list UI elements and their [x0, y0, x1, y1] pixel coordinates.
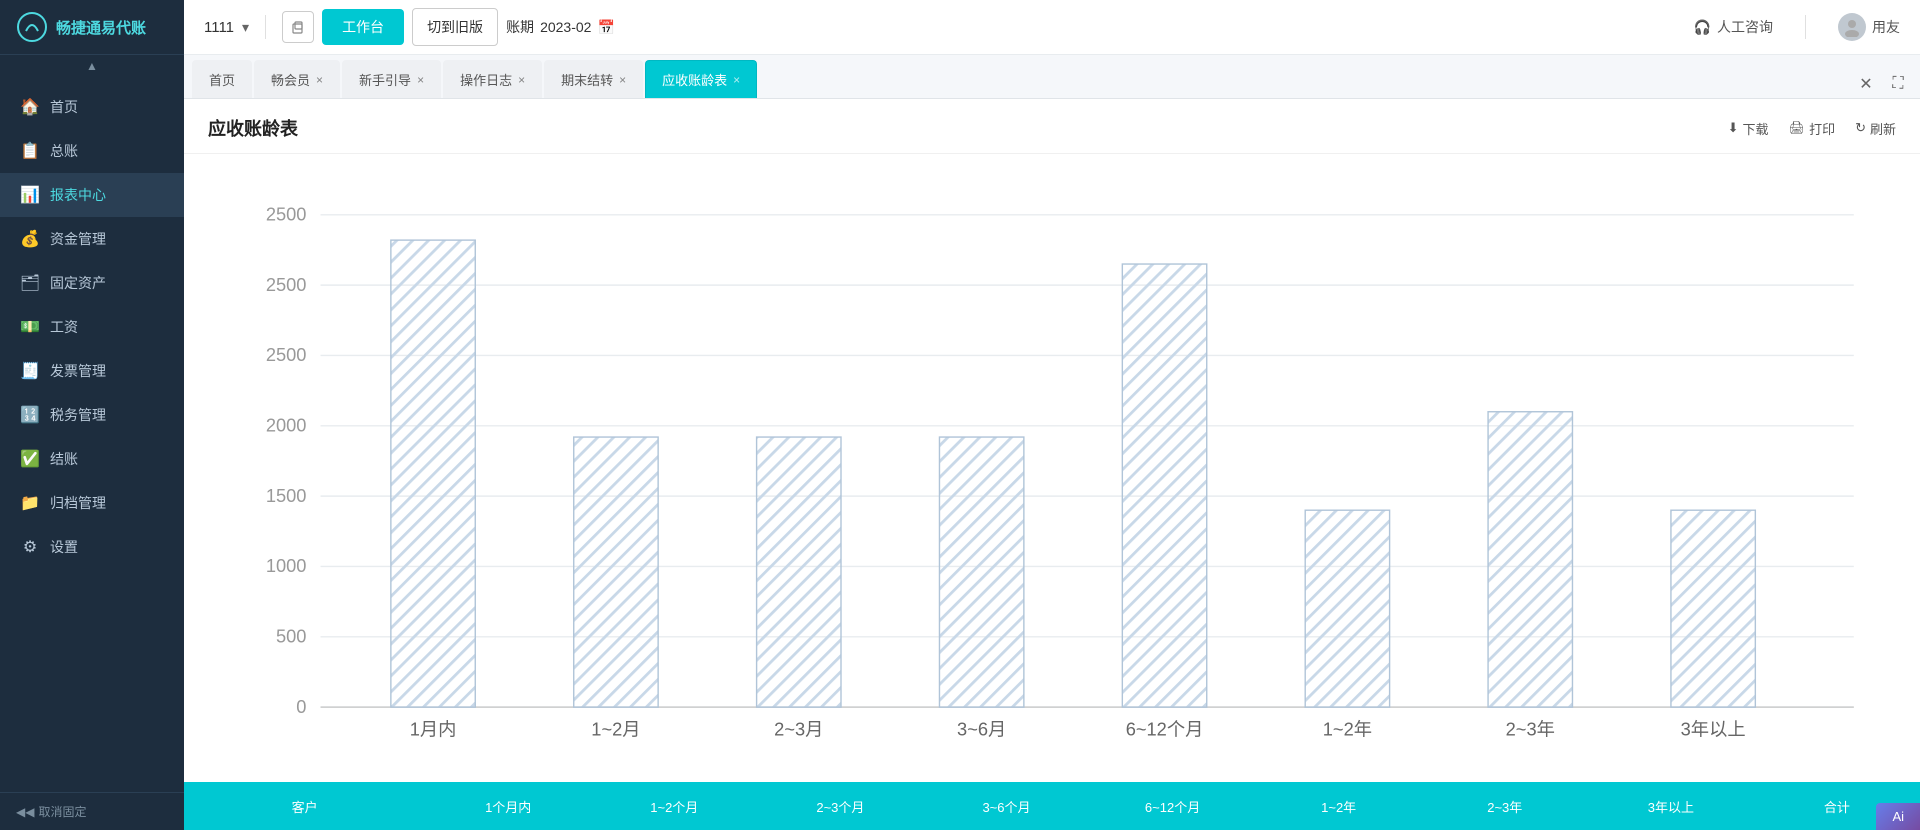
sidebar-item-报表中心[interactable]: 📊报表中心: [0, 173, 184, 217]
col-1-2m: 1~2个月: [591, 797, 757, 816]
svg-text:6~12个月: 6~12个月: [1126, 718, 1204, 739]
logo-icon: [16, 11, 48, 43]
maximize-btn[interactable]: ⛶: [1884, 70, 1912, 98]
table-header: 客户 1个月内 1~2个月 2~3个月 3~6个月 6~12个月 1~2年 2~…: [184, 782, 1920, 830]
svg-text:1000: 1000: [266, 555, 307, 576]
app-container: 畅捷通易代账 ▲ 🏠首页📋总账📊报表中心💰资金管理🗂固定资产💵工资🧾发票管理🔢税…: [0, 0, 1920, 830]
col-3-6m: 3~6个月: [923, 797, 1089, 816]
download-icon: ⬇: [1728, 120, 1739, 136]
close-all-btn[interactable]: ✕: [1852, 70, 1880, 98]
topbar-divider-1: [265, 15, 266, 39]
svg-text:1500: 1500: [266, 485, 307, 506]
topbar-period: 账期 2023-02 📅: [506, 17, 615, 37]
tab-home[interactable]: 首页: [192, 60, 252, 98]
copy-btn[interactable]: [282, 11, 314, 43]
page-actions: ⬇ 下载 🖨 打印 ↻ 刷新: [1728, 119, 1896, 138]
company-dropdown-icon[interactable]: ▾: [242, 19, 249, 36]
sidebar-item-首页[interactable]: 🏠首页: [0, 85, 184, 129]
sidebar-item-固定资产[interactable]: 🗂固定资产: [0, 261, 184, 305]
sidebar: 畅捷通易代账 ▲ 🏠首页📋总账📊报表中心💰资金管理🗂固定资产💵工资🧾发票管理🔢税…: [0, 0, 184, 830]
svg-text:2500: 2500: [266, 344, 307, 365]
col-1-2y: 1~2年: [1256, 797, 1422, 816]
page-content: 应收账龄表 ⬇ 下载 🖨 打印 ↻ 刷新: [184, 99, 1920, 830]
main-area: 1111 ▾ 工作台 切到旧版 账期 2023-02 📅 🎧 人工咨询: [184, 0, 1920, 830]
calendar-icon[interactable]: 📅: [597, 19, 614, 36]
tab-guide[interactable]: 新手引导 ×: [342, 60, 441, 98]
svg-text:2~3年: 2~3年: [1506, 718, 1555, 739]
sidebar-logo: 畅捷通易代账: [0, 0, 184, 55]
ai-badge[interactable]: Ai: [1876, 803, 1920, 830]
tab-log[interactable]: 操作日志 ×: [443, 60, 542, 98]
sidebar-scroll-up[interactable]: ▲: [0, 55, 184, 77]
topbar-right: 🎧 人工咨询 用友: [1694, 13, 1900, 41]
print-btn[interactable]: 🖨 打印: [1789, 119, 1836, 138]
page-title: 应收账龄表: [208, 115, 298, 141]
svg-text:1~2月: 1~2月: [591, 718, 640, 739]
svg-text:1~2年: 1~2年: [1323, 718, 1372, 739]
sidebar-item-资金管理[interactable]: 💰资金管理: [0, 217, 184, 261]
sidebar-item-工资[interactable]: 💵工资: [0, 305, 184, 349]
switch-btn[interactable]: 切到旧版: [412, 8, 498, 46]
topbar-divider-2: [1805, 15, 1806, 39]
sidebar-item-税务管理[interactable]: 🔢税务管理: [0, 393, 184, 437]
aging-chart: 2500 2500 2500 2000 1500 1000 500 0: [208, 170, 1896, 766]
col-1m: 1个月内: [425, 797, 591, 816]
tab-close-member[interactable]: ×: [316, 73, 323, 87]
sidebar-item-归档管理[interactable]: 📁归档管理: [0, 481, 184, 525]
tabs-bar: 首页 畅会员 × 新手引导 × 操作日志 × 期末结转 × 应收账龄表 ×: [184, 55, 1920, 99]
download-btn[interactable]: ⬇ 下载: [1728, 119, 1769, 138]
sidebar-item-结账[interactable]: ✅结账: [0, 437, 184, 481]
svg-text:0: 0: [296, 696, 306, 717]
tabs-actions: ✕ ⛶: [1844, 70, 1920, 98]
svg-text:2500: 2500: [266, 274, 307, 295]
print-icon: 🖨: [1789, 120, 1806, 136]
user-avatar: [1838, 13, 1866, 41]
svg-text:500: 500: [276, 625, 306, 646]
page-header: 应收账龄表 ⬇ 下载 🖨 打印 ↻ 刷新: [184, 99, 1920, 154]
col-2-3y: 2~3年: [1422, 797, 1588, 816]
col-2-3m: 2~3个月: [757, 797, 923, 816]
col-customer: 客户: [184, 797, 425, 816]
topbar-company: 1111 ▾: [204, 19, 249, 36]
tab-close-guide[interactable]: ×: [417, 73, 424, 87]
svg-text:2500: 2500: [266, 203, 307, 224]
topbar: 1111 ▾ 工作台 切到旧版 账期 2023-02 📅 🎧 人工咨询: [184, 0, 1920, 55]
svg-text:1月内: 1月内: [410, 718, 457, 739]
refresh-icon: ↻: [1855, 120, 1866, 136]
sidebar-item-发票管理[interactable]: 🧾发票管理: [0, 349, 184, 393]
sidebar-item-设置[interactable]: ⚙设置: [0, 525, 184, 569]
sidebar-cancel-fixed-btn[interactable]: ◀◀ 取消固定: [0, 792, 184, 830]
col-3y: 3年以上: [1588, 797, 1754, 816]
tab-member[interactable]: 畅会员 ×: [254, 60, 340, 98]
svg-text:3~6月: 3~6月: [957, 718, 1006, 739]
sidebar-item-总账[interactable]: 📋总账: [0, 129, 184, 173]
sidebar-logo-text: 畅捷通易代账: [56, 17, 146, 38]
tab-period[interactable]: 期末结转 ×: [544, 60, 643, 98]
svg-text:3年以上: 3年以上: [1681, 718, 1746, 739]
workspace-btn[interactable]: 工作台: [322, 9, 404, 45]
tab-close-period[interactable]: ×: [619, 73, 626, 87]
col-6-12m: 6~12个月: [1090, 797, 1256, 816]
consult-btn[interactable]: 🎧 人工咨询: [1694, 17, 1773, 37]
chart-area: 2500 2500 2500 2000 1500 1000 500 0: [184, 154, 1920, 782]
svg-text:2000: 2000: [266, 414, 307, 435]
refresh-btn[interactable]: ↻ 刷新: [1855, 119, 1896, 138]
copy-icon: [290, 19, 306, 35]
company-name: 1111: [204, 19, 234, 36]
user-menu[interactable]: 用友: [1838, 13, 1900, 41]
headset-icon: 🎧: [1694, 19, 1711, 36]
sidebar-nav: 🏠首页📋总账📊报表中心💰资金管理🗂固定资产💵工资🧾发票管理🔢税务管理✅结账📁归档…: [0, 77, 184, 792]
tab-close-aging[interactable]: ×: [733, 73, 740, 87]
svg-text:2~3月: 2~3月: [774, 718, 823, 739]
tab-close-log[interactable]: ×: [518, 73, 525, 87]
tab-aging[interactable]: 应收账龄表 ×: [645, 60, 757, 98]
